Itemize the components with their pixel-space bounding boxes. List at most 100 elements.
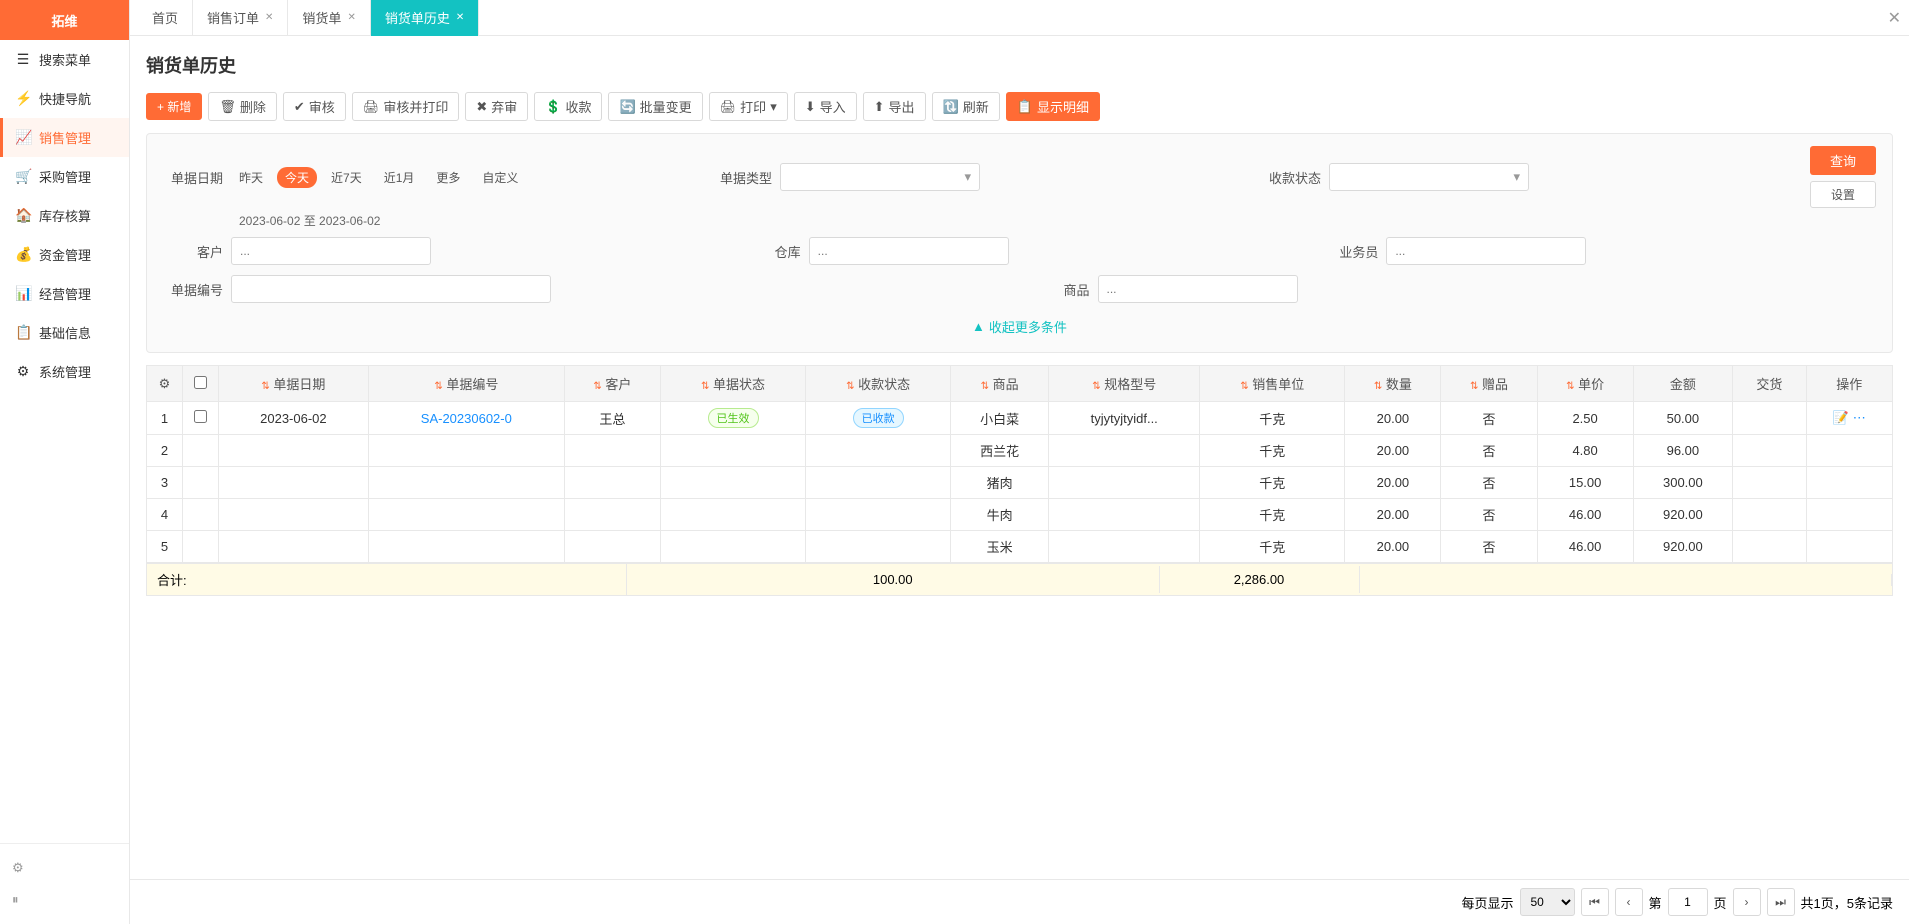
date-tag-7days[interactable]: 近7天 bbox=[323, 167, 370, 188]
col-spec[interactable]: ⇅ 规格型号 bbox=[1049, 366, 1200, 402]
tab-sales-goods-close[interactable]: ✕ bbox=[347, 12, 355, 23]
row-payment-status bbox=[806, 467, 951, 499]
date-tag-more[interactable]: 更多 bbox=[428, 167, 468, 188]
col-gear[interactable]: ⚙ bbox=[147, 366, 183, 402]
date-tag-custom[interactable]: 自定义 bbox=[474, 167, 526, 188]
row-num: 2 bbox=[147, 435, 183, 467]
col-customer[interactable]: ⇅ 客户 bbox=[564, 366, 660, 402]
sidebar-item-finance[interactable]: 💰 资金管理 bbox=[0, 235, 129, 274]
customer-label: 客户 bbox=[163, 242, 223, 261]
collect-button[interactable]: 💲 收款 bbox=[534, 92, 602, 121]
row-trade bbox=[1733, 435, 1807, 467]
import-button[interactable]: ⬇ 导入 bbox=[794, 92, 857, 121]
sidebar-pause-btn[interactable]: ⏸ bbox=[0, 884, 129, 916]
row-checkbox[interactable] bbox=[183, 531, 219, 563]
warehouse-input[interactable] bbox=[809, 237, 1009, 265]
row-doc-status bbox=[660, 435, 805, 467]
date-tag-1month[interactable]: 近1月 bbox=[376, 167, 423, 188]
first-page-btn[interactable]: ⏮ bbox=[1581, 888, 1609, 916]
row-action[interactable] bbox=[1806, 499, 1892, 531]
row-customer bbox=[564, 467, 660, 499]
review-print-button[interactable]: 🖨 审核并打印 bbox=[352, 92, 460, 121]
sidebar-settings-btn[interactable]: ⚙ bbox=[0, 852, 129, 884]
row-amount: 50.00 bbox=[1633, 402, 1732, 435]
doc-number-link[interactable]: SA-20230602-0 bbox=[421, 411, 512, 426]
row-checkbox[interactable] bbox=[183, 499, 219, 531]
batch-change-button[interactable]: 🔄 批量变更 bbox=[608, 92, 702, 121]
col-goods[interactable]: ⇅ 商品 bbox=[951, 366, 1049, 402]
collapse-button[interactable]: ▲ 收起更多条件 bbox=[163, 313, 1876, 340]
review-print-icon: 🖨 bbox=[363, 99, 380, 115]
print-button[interactable]: 🖨 打印 ▾ bbox=[709, 92, 788, 121]
table-header-row: ⚙ ⇅ 单据日期 ⇅ 单据编号 bbox=[147, 366, 1893, 402]
col-gift[interactable]: ⇅ 赠品 bbox=[1441, 366, 1537, 402]
goods-input[interactable] bbox=[1098, 275, 1298, 303]
sales-mgmt-icon: 📈 bbox=[15, 129, 31, 146]
row-action[interactable] bbox=[1806, 531, 1892, 563]
row-number bbox=[368, 531, 564, 563]
select-all-checkbox[interactable] bbox=[194, 376, 207, 389]
tab-bar-close-btn[interactable]: ✕ bbox=[1888, 8, 1901, 28]
sidebar-item-system[interactable]: ⚙ 系统管理 bbox=[0, 352, 129, 391]
salesperson-input[interactable] bbox=[1386, 237, 1586, 265]
sidebar-item-search-menu[interactable]: ☰ 搜索菜单 bbox=[0, 40, 129, 79]
tab-sales-history-close[interactable]: ✕ bbox=[456, 12, 464, 23]
col-payment-status[interactable]: ⇅ 收款状态 bbox=[806, 366, 951, 402]
abandon-button[interactable]: ✖ 弃审 bbox=[465, 92, 528, 121]
next-page-btn[interactable]: › bbox=[1733, 888, 1761, 916]
row-trade bbox=[1733, 531, 1807, 563]
show-detail-button[interactable]: 📋 显示明细 bbox=[1006, 92, 1100, 121]
row-checkbox[interactable] bbox=[183, 435, 219, 467]
tab-sales-order[interactable]: 销售订单 ✕ bbox=[193, 0, 288, 36]
page-number-input[interactable] bbox=[1668, 888, 1708, 916]
sidebar-item-basic-info[interactable]: 📋 基础信息 bbox=[0, 313, 129, 352]
row-action[interactable] bbox=[1806, 467, 1892, 499]
doc-number-input[interactable] bbox=[231, 275, 551, 303]
row-date bbox=[219, 435, 369, 467]
customer-input[interactable] bbox=[231, 237, 431, 265]
col-doc-status[interactable]: ⇅ 单据状态 bbox=[660, 366, 805, 402]
col-unit[interactable]: ⇅ 销售单位 bbox=[1200, 366, 1345, 402]
review-button[interactable]: ✔ 审核 bbox=[283, 92, 346, 121]
sidebar-item-inventory[interactable]: 🏠 库存核算 bbox=[0, 196, 129, 235]
tab-sales-history[interactable]: 销货单历史 ✕ bbox=[371, 0, 479, 36]
col-qty[interactable]: ⇅ 数量 bbox=[1345, 366, 1441, 402]
prev-page-btn[interactable]: ‹ bbox=[1615, 888, 1643, 916]
refresh-button[interactable]: 🔃 刷新 bbox=[932, 92, 1000, 121]
date-tag-yesterday[interactable]: 昨天 bbox=[231, 167, 271, 188]
row-action[interactable] bbox=[1806, 435, 1892, 467]
row-num: 3 bbox=[147, 467, 183, 499]
purchase-mgmt-icon: 🛒 bbox=[15, 168, 31, 185]
query-button[interactable]: 查询 bbox=[1810, 146, 1876, 175]
col-price[interactable]: ⇅ 单价 bbox=[1537, 366, 1633, 402]
export-button[interactable]: ⬆ 导出 bbox=[863, 92, 926, 121]
salesperson-filter-group: 业务员 bbox=[1318, 237, 1876, 265]
last-page-btn[interactable]: ⏭ bbox=[1767, 888, 1795, 916]
row-goods: 西兰花 bbox=[951, 435, 1049, 467]
delete-button[interactable]: 🗑 删除 bbox=[208, 92, 277, 121]
row-checkbox[interactable] bbox=[183, 467, 219, 499]
row-action[interactable]: 📝 ⋯ bbox=[1806, 402, 1892, 435]
tab-sales-order-close[interactable]: ✕ bbox=[265, 12, 273, 23]
sidebar-item-operations[interactable]: 📊 经营管理 bbox=[0, 274, 129, 313]
date-tag-today[interactable]: 今天 bbox=[277, 167, 317, 188]
sidebar-item-sales-mgmt[interactable]: 📈 销售管理 bbox=[0, 118, 129, 157]
col-amount[interactable]: 金额 bbox=[1633, 366, 1732, 402]
row-payment-status bbox=[806, 499, 951, 531]
col-number[interactable]: ⇅ 单据编号 bbox=[368, 366, 564, 402]
refresh-icon: 🔃 bbox=[943, 99, 959, 115]
row-trade bbox=[1733, 467, 1807, 499]
sidebar-item-purchase-mgmt[interactable]: 🛒 采购管理 bbox=[0, 157, 129, 196]
col-checkbox[interactable] bbox=[183, 366, 219, 402]
doc-type-select[interactable]: ▾ bbox=[780, 163, 980, 191]
col-date[interactable]: ⇅ 单据日期 bbox=[219, 366, 369, 402]
sidebar-item-quick-nav[interactable]: ⚡ 快捷导航 bbox=[0, 79, 129, 118]
goods-label: 商品 bbox=[1030, 280, 1090, 299]
filter-settings-button[interactable]: 设置 bbox=[1810, 181, 1876, 208]
new-button[interactable]: + 新增 bbox=[146, 93, 202, 120]
tab-home[interactable]: 首页 bbox=[138, 0, 193, 36]
tab-sales-goods[interactable]: 销货单 ✕ bbox=[288, 0, 370, 36]
row-checkbox[interactable] bbox=[183, 402, 219, 435]
per-page-select[interactable]: 50 100 200 bbox=[1520, 888, 1575, 916]
payment-status-select[interactable]: ▾ bbox=[1329, 163, 1529, 191]
